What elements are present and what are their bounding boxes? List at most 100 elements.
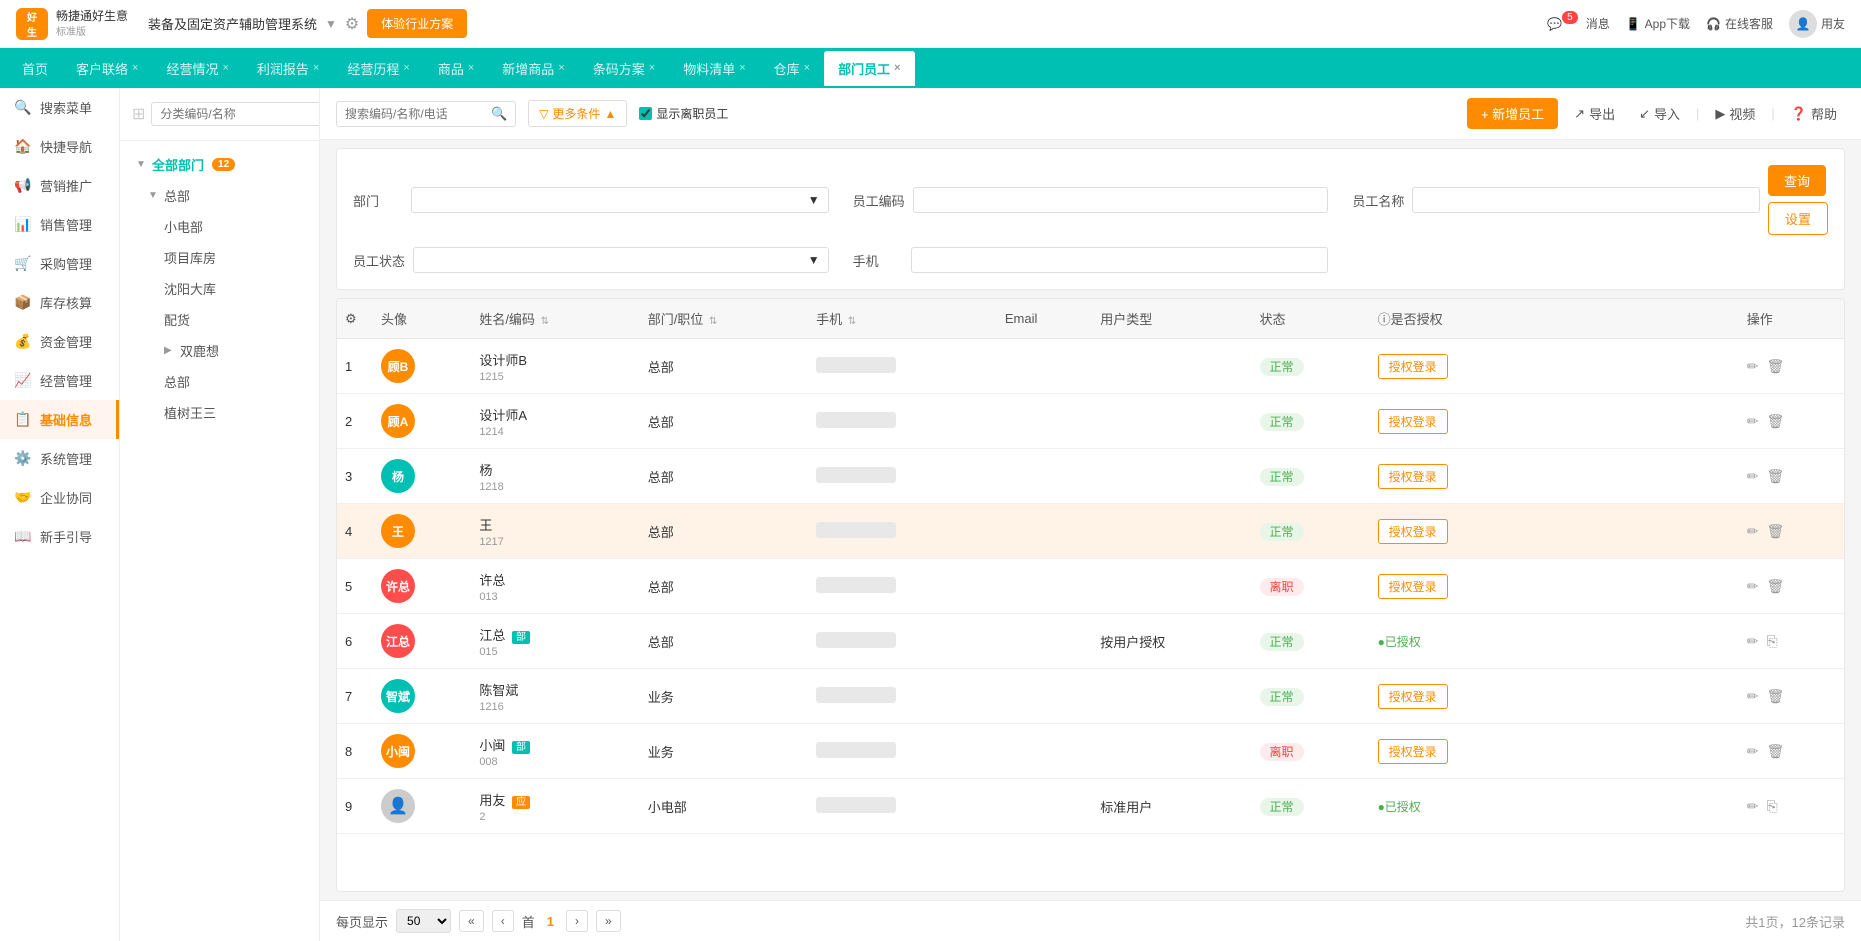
sidebar-item-finance[interactable]: 💰 资金管理 <box>0 322 119 361</box>
online-service-item[interactable]: 🎧 在线客服 <box>1706 15 1773 32</box>
edit-icon[interactable]: ✏ <box>1747 798 1759 815</box>
close-icon[interactable]: × <box>739 62 745 74</box>
col-dept[interactable]: 部门/职位 ⇅ <box>640 299 808 339</box>
show-leave-checkbox[interactable] <box>639 107 652 120</box>
tab-employee[interactable]: 部门员工 × <box>824 51 914 86</box>
dept-node-headquarter[interactable]: ▼ 总部 <box>120 180 319 211</box>
tab-operations[interactable]: 经营情况 × <box>152 51 242 86</box>
edit-icon[interactable]: ✏ <box>1747 523 1759 540</box>
dept-node-project[interactable]: 项目库房 <box>120 242 319 273</box>
import-button[interactable]: ↙ 导入 <box>1631 100 1688 127</box>
user-item[interactable]: 👤 用友 <box>1789 10 1845 38</box>
col-settings[interactable]: ⚙ <box>337 299 373 339</box>
tab-history[interactable]: 经营历程 × <box>333 51 423 86</box>
settings-icon[interactable]: ⚙ <box>345 14 359 34</box>
tab-barcode[interactable]: 条码方案 × <box>579 51 669 86</box>
sidebar-item-collab[interactable]: 🤝 企业协同 <box>0 478 119 517</box>
close-icon[interactable]: × <box>403 62 409 74</box>
copy-icon[interactable]: ⎘ <box>1766 633 1777 650</box>
close-icon[interactable]: × <box>313 62 319 74</box>
sidebar-item-purchase[interactable]: 🛒 采购管理 <box>0 244 119 283</box>
delete-icon[interactable]: 🗑 <box>1766 413 1784 430</box>
auth-button[interactable]: 授权登录 <box>1378 409 1448 434</box>
tab-customer[interactable]: 客户联络 × <box>62 51 152 86</box>
next-page-button[interactable]: › <box>566 910 588 932</box>
col-phone[interactable]: 手机 ⇅ <box>808 299 997 339</box>
edit-icon[interactable]: ✏ <box>1747 413 1759 430</box>
sidebar-item-inventory[interactable]: 📦 库存核算 <box>0 283 119 322</box>
emp-status-select[interactable]: ▼ <box>413 247 829 273</box>
sidebar-item-marketing[interactable]: 📢 营销推广 <box>0 166 119 205</box>
app-download-item[interactable]: 📱 App下载 <box>1626 15 1690 32</box>
delete-icon[interactable]: 🗑 <box>1766 743 1784 760</box>
close-icon[interactable]: × <box>132 62 138 74</box>
first-page-button[interactable]: « <box>459 910 484 932</box>
dept-node-zhishu[interactable]: 植树王三 <box>120 397 319 428</box>
sidebar-item-guide[interactable]: 📖 新手引导 <box>0 517 119 556</box>
close-icon[interactable]: × <box>804 62 810 74</box>
close-icon[interactable]: × <box>468 62 474 74</box>
dept-node-shuanglu[interactable]: ▶ 双鹿想 <box>120 335 319 366</box>
help-button[interactable]: ❓ 帮助 <box>1783 100 1845 127</box>
search-button[interactable]: 查询 <box>1768 165 1826 196</box>
auth-button[interactable]: 授权登录 <box>1378 354 1448 379</box>
delete-icon[interactable]: 🗑 <box>1766 358 1784 375</box>
try-button[interactable]: 体验行业方案 <box>367 9 467 38</box>
edit-icon[interactable]: ✏ <box>1747 633 1759 650</box>
close-icon[interactable]: × <box>558 62 564 74</box>
col-name[interactable]: 姓名/编码 ⇅ <box>471 299 639 339</box>
dept-all[interactable]: ▼ 全部部门 12 <box>120 149 319 180</box>
auth-button[interactable]: 授权登录 <box>1378 739 1448 764</box>
emp-code-input[interactable] <box>913 187 1329 213</box>
delete-icon[interactable]: 🗑 <box>1766 468 1784 485</box>
tab-new-product[interactable]: 新增商品 × <box>488 51 578 86</box>
tab-home[interactable]: 首页 <box>8 51 62 86</box>
show-leave-checkbox-wrap[interactable]: 显示离职员工 <box>639 105 728 122</box>
delete-icon[interactable]: 🗑 <box>1766 523 1784 540</box>
set-button[interactable]: 设置 <box>1768 202 1828 235</box>
tab-products[interactable]: 商品 × <box>424 51 488 86</box>
search-btn-icon[interactable]: 🔍 <box>491 106 507 122</box>
close-icon[interactable]: × <box>649 62 655 74</box>
dept-node-electronics[interactable]: 小电部 <box>120 211 319 242</box>
dropdown-icon[interactable]: ▼ <box>325 17 337 31</box>
dept-node-distribution[interactable]: 配货 <box>120 304 319 335</box>
auth-button[interactable]: 授权登录 <box>1378 684 1448 709</box>
emp-name-input[interactable] <box>1412 187 1760 213</box>
tab-bom[interactable]: 物料清单 × <box>669 51 759 86</box>
more-filter-button[interactable]: ▽ 更多条件 ▲ <box>528 100 627 127</box>
copy-icon[interactable]: ⎘ <box>1766 798 1777 815</box>
close-icon[interactable]: × <box>222 62 228 74</box>
phone-input[interactable] <box>911 247 1329 273</box>
sidebar-item-system[interactable]: ⚙️ 系统管理 <box>0 439 119 478</box>
dept-node-hq2[interactable]: 总部 <box>120 366 319 397</box>
last-page-button[interactable]: » <box>596 910 621 932</box>
dept-node-shenyang[interactable]: 沈阳大库 <box>120 273 319 304</box>
prev-page-button[interactable]: ‹ <box>492 910 514 932</box>
tab-warehouse[interactable]: 仓库 × <box>760 51 824 86</box>
edit-icon[interactable]: ✏ <box>1747 468 1759 485</box>
edit-icon[interactable]: ✏ <box>1747 688 1759 705</box>
message-item[interactable]: 💬 5 消息 <box>1547 15 1610 32</box>
sidebar-item-basic[interactable]: 📋 基础信息 <box>0 400 119 439</box>
search-input[interactable] <box>345 107 485 121</box>
edit-icon[interactable]: ✏ <box>1747 578 1759 595</box>
page-size-select[interactable]: 50 100 200 <box>396 909 451 933</box>
sidebar-item-nav[interactable]: 🏠 快捷导航 <box>0 127 119 166</box>
edit-icon[interactable]: ✏ <box>1747 743 1759 760</box>
delete-icon[interactable]: 🗑 <box>1766 688 1784 705</box>
sidebar-item-sales[interactable]: 📊 销售管理 <box>0 205 119 244</box>
edit-icon[interactable]: ✏ <box>1747 358 1759 375</box>
tab-profit[interactable]: 利润报告 × <box>243 51 333 86</box>
add-employee-button[interactable]: + 新增员工 <box>1467 98 1558 129</box>
video-button[interactable]: ▶ 视频 <box>1707 100 1763 127</box>
auth-button[interactable]: 授权登录 <box>1378 519 1448 544</box>
auth-button[interactable]: 授权登录 <box>1378 574 1448 599</box>
dept-select[interactable]: ▼ <box>411 187 829 213</box>
delete-icon[interactable]: 🗑 <box>1766 578 1784 595</box>
tree-search-input[interactable] <box>151 102 320 126</box>
sidebar-item-management[interactable]: 📈 经营管理 <box>0 361 119 400</box>
export-button[interactable]: ↗ 导出 <box>1566 100 1623 127</box>
close-icon[interactable]: × <box>894 62 900 74</box>
sidebar-item-search[interactable]: 🔍 搜索菜单 <box>0 88 119 127</box>
